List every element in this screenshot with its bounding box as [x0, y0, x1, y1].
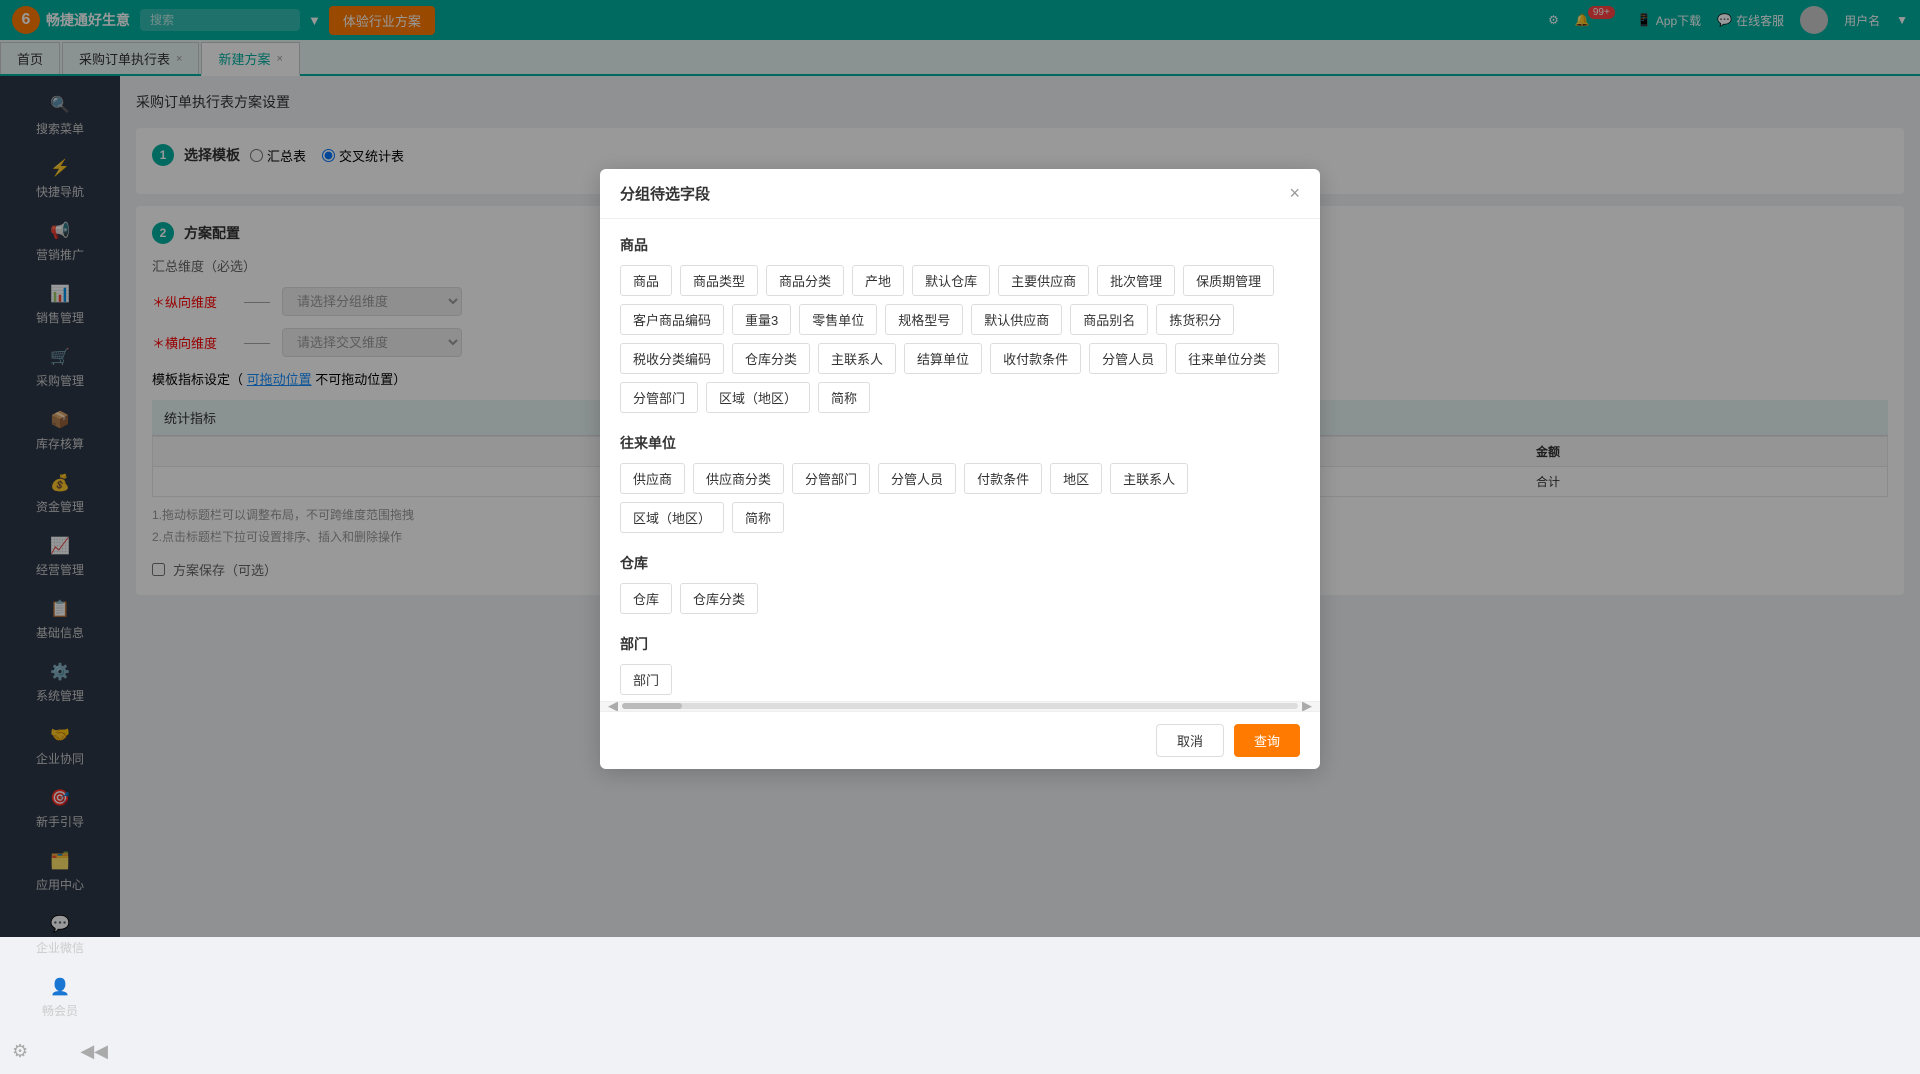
member-icon: 👤 [49, 976, 71, 998]
field-tag[interactable]: 商品分类 [766, 265, 844, 296]
field-tag[interactable]: 区域（地区） [706, 382, 810, 413]
field-tag[interactable]: 保质期管理 [1183, 265, 1274, 296]
field-tag[interactable]: 分管人员 [878, 463, 956, 494]
field-tags-counterparty: 供应商 供应商分类 分管部门 分管人员 付款条件 地区 主联系人 区域（地区） … [620, 463, 1300, 533]
field-tag[interactable]: 部门 [620, 664, 672, 695]
field-tag[interactable]: 商品别名 [1070, 304, 1148, 335]
cancel-button[interactable]: 取消 [1156, 724, 1224, 757]
field-tag[interactable]: 客户商品编码 [620, 304, 724, 335]
field-tag[interactable]: 往来单位分类 [1175, 343, 1279, 374]
field-tag[interactable]: 仓库分类 [732, 343, 810, 374]
field-tag[interactable]: 默认供应商 [971, 304, 1062, 335]
field-tag[interactable]: 简称 [732, 502, 784, 533]
field-tag[interactable]: 主要供应商 [998, 265, 1089, 296]
modal-body[interactable]: 商品 商品 商品类型 商品分类 产地 默认仓库 主要供应商 批次管理 保质期管理… [600, 219, 1320, 701]
confirm-button[interactable]: 查询 [1234, 724, 1300, 757]
hscroll-bar[interactable] [622, 703, 1298, 709]
field-tag[interactable]: 供应商 [620, 463, 685, 494]
field-group-counterparty: 往来单位 供应商 供应商分类 分管部门 分管人员 付款条件 地区 主联系人 区域… [620, 433, 1300, 533]
field-tags-product: 商品 商品类型 商品分类 产地 默认仓库 主要供应商 批次管理 保质期管理 客户… [620, 265, 1300, 413]
field-group-warehouse: 仓库 仓库 仓库分类 [620, 553, 1300, 614]
field-group-product: 商品 商品 商品类型 商品分类 产地 默认仓库 主要供应商 批次管理 保质期管理… [620, 235, 1300, 413]
field-tag[interactable]: 主联系人 [1110, 463, 1188, 494]
field-tags-department: 部门 [620, 664, 1300, 695]
field-tag[interactable]: 供应商分类 [693, 463, 784, 494]
field-tag[interactable]: 分管人员 [1089, 343, 1167, 374]
field-tag[interactable]: 分管部门 [620, 382, 698, 413]
field-tag[interactable]: 产地 [852, 265, 904, 296]
sidebar-item-label: 畅会员 [42, 1002, 78, 1019]
field-tag[interactable]: 付款条件 [964, 463, 1042, 494]
modal-footer: 取消 查询 [600, 711, 1320, 769]
field-group-counterparty-title: 往来单位 [620, 433, 1300, 453]
field-group-product-title: 商品 [620, 235, 1300, 255]
sidebar-settings-button[interactable]: ⚙ [12, 1041, 28, 1062]
field-tag[interactable]: 商品 [620, 265, 672, 296]
field-tag[interactable]: 分管部门 [792, 463, 870, 494]
field-tag[interactable]: 批次管理 [1097, 265, 1175, 296]
field-tag[interactable]: 仓库 [620, 583, 672, 614]
field-tag[interactable]: 商品类型 [680, 265, 758, 296]
field-tag[interactable]: 拣货积分 [1156, 304, 1234, 335]
sidebar-collapse-button[interactable]: ◀◀ [80, 1041, 108, 1062]
field-tag[interactable]: 主联系人 [818, 343, 896, 374]
field-tag[interactable]: 零售单位 [799, 304, 877, 335]
field-tag[interactable]: 税收分类编码 [620, 343, 724, 374]
modal-overlay: 分组待选字段 × 商品 商品 商品类型 商品分类 产地 默认仓库 主要供应商 批… [0, 0, 1920, 937]
field-tag[interactable]: 默认仓库 [912, 265, 990, 296]
modal-hscroll[interactable]: ◀ ▶ [600, 701, 1320, 711]
sidebar-bottom: ⚙ ◀◀ [0, 1029, 120, 1074]
modal-close-button[interactable]: × [1289, 183, 1300, 204]
modal-title: 分组待选字段 [620, 183, 710, 204]
modal: 分组待选字段 × 商品 商品 商品类型 商品分类 产地 默认仓库 主要供应商 批… [600, 169, 1320, 769]
modal-header: 分组待选字段 × [600, 169, 1320, 219]
field-tag[interactable]: 区域（地区） [620, 502, 724, 533]
field-group-warehouse-title: 仓库 [620, 553, 1300, 573]
field-tag[interactable]: 收付款条件 [990, 343, 1081, 374]
field-tag[interactable]: 仓库分类 [680, 583, 758, 614]
sidebar-item-label: 企业微信 [36, 939, 84, 956]
field-tag[interactable]: 地区 [1050, 463, 1102, 494]
hscroll-thumb[interactable] [622, 703, 682, 709]
field-group-department-title: 部门 [620, 634, 1300, 654]
field-tag[interactable]: 重量3 [732, 304, 791, 335]
field-tags-warehouse: 仓库 仓库分类 [620, 583, 1300, 614]
sidebar-item-member[interactable]: 👤 畅会员 [0, 966, 120, 1029]
field-tag[interactable]: 结算单位 [904, 343, 982, 374]
field-tag[interactable]: 简称 [818, 382, 870, 413]
field-group-department: 部门 部门 [620, 634, 1300, 695]
field-tag[interactable]: 规格型号 [885, 304, 963, 335]
